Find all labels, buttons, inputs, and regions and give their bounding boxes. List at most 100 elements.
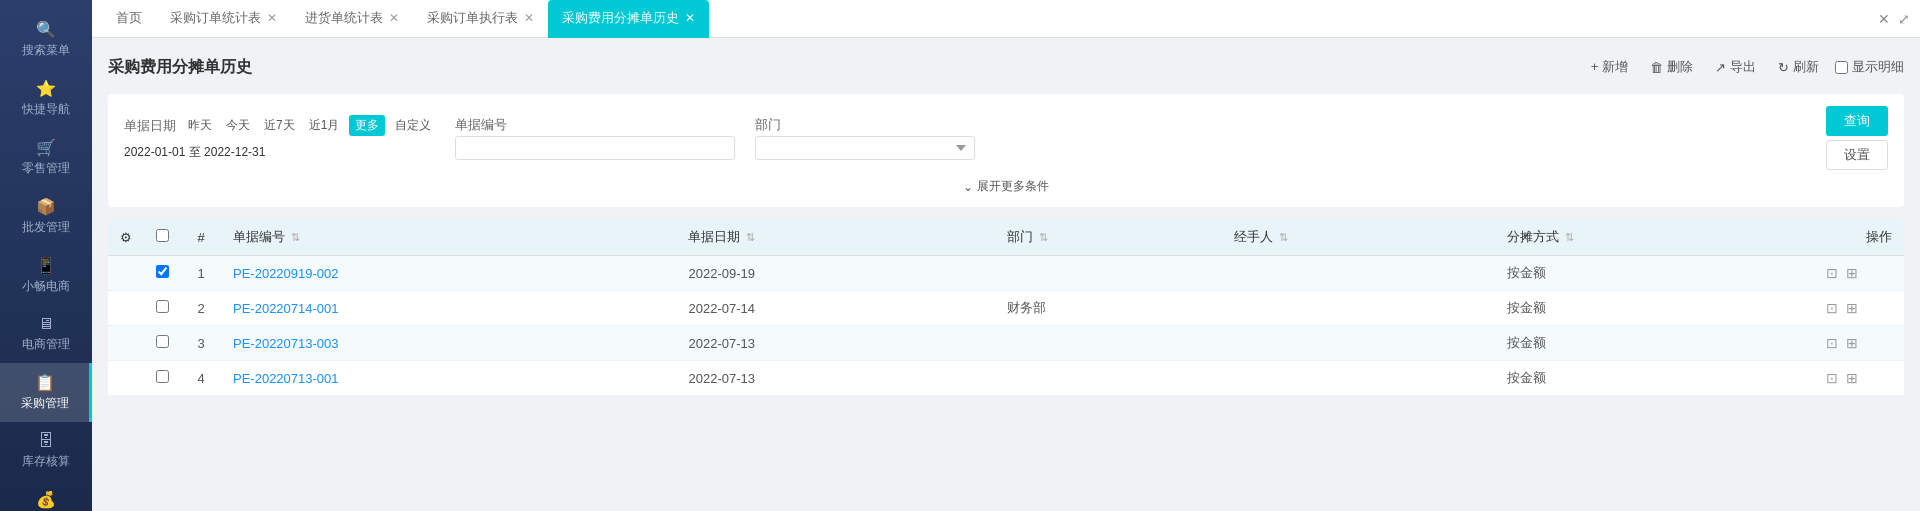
tab-purchase-summary[interactable]: 采购订单统计表✕ <box>156 0 291 38</box>
inventory-icon: 🗄 <box>38 432 54 450</box>
row-split-1: 按金额 <box>1495 291 1814 326</box>
row-edit-icon-3[interactable]: ⊞ <box>1846 370 1858 386</box>
tab-close-purchase-exec[interactable]: ✕ <box>524 11 534 25</box>
page-header: 采购费用分摊单历史 + 新增 🗑 删除 ↗ 导出 ↻ 刷新 显示明细 <box>108 54 1904 80</box>
main-area: 首页采购订单统计表✕进货单统计表✕采购订单执行表✕采购费用分摊单历史✕ ✕ ⤢ … <box>92 0 1920 511</box>
sidebar-label-search: 搜索菜单 <box>22 42 70 59</box>
col-split-method[interactable]: 分摊方式 ⇅ <box>1495 219 1814 256</box>
tab-close-purchase-cost[interactable]: ✕ <box>685 11 695 25</box>
page-content: 采购费用分摊单历史 + 新增 🗑 删除 ↗ 导出 ↻ 刷新 显示明细 <box>92 38 1920 511</box>
delete-button[interactable]: 🗑 删除 <box>1644 54 1699 80</box>
export-button[interactable]: ↗ 导出 <box>1709 54 1762 80</box>
row-dept-3 <box>995 361 1222 396</box>
row-view-icon-0[interactable]: ⊡ <box>1826 265 1838 281</box>
expand-more-button[interactable]: ⌄ 展开更多条件 <box>963 178 1049 195</box>
sidebar-item-wholesale[interactable]: 📦批发管理 <box>0 187 92 246</box>
select-all-checkbox[interactable] <box>156 229 169 242</box>
row-edit-icon-2[interactable]: ⊞ <box>1846 335 1858 351</box>
date-range: 2022-01-01 至 2022-12-31 <box>124 144 435 161</box>
row-checkbox-1[interactable] <box>156 300 169 313</box>
date-shortcuts: 昨天 今天 近7天 近1月 更多 自定义 <box>184 115 435 136</box>
row-dept-1: 财务部 <box>995 291 1222 326</box>
col-handler[interactable]: 经手人 ⇅ <box>1222 219 1495 256</box>
today-btn[interactable]: 今天 <box>222 115 254 136</box>
row-edit-icon-1[interactable]: ⊞ <box>1846 300 1858 316</box>
col-check <box>144 219 181 256</box>
row-date-0: 2022-09-19 <box>676 256 995 291</box>
docno-input[interactable] <box>455 136 735 160</box>
row-docno-link-1[interactable]: PE-20220714-001 <box>233 301 339 316</box>
sidebar-label-inventory: 库存核算 <box>22 453 70 470</box>
sidebar-item-inventory[interactable]: 🗄 库存核算 <box>0 422 92 480</box>
row-checkbox-3[interactable] <box>156 370 169 383</box>
col-dept-label: 部门 <box>1007 229 1033 244</box>
sidebar-label-purchase: 采购管理 <box>21 395 69 412</box>
sidebar: 🔍搜索菜单⭐快捷导航🛒零售管理📦批发管理📱小畅电商🖥电商管理📋采购管理 🗄 库存核算… <box>0 0 92 511</box>
dept-select[interactable]: 财务部 <box>755 136 975 160</box>
row-view-icon-1[interactable]: ⊡ <box>1826 300 1838 316</box>
yesterday-btn[interactable]: 昨天 <box>184 115 216 136</box>
sidebar-label-wholesale: 批发管理 <box>22 219 70 236</box>
row-docno-link-0[interactable]: PE-20220919-002 <box>233 266 339 281</box>
show-cols-checkbox[interactable]: 显示明细 <box>1835 58 1904 76</box>
table-header-row: ⚙ # 单据编号 ⇅ 单据日期 ⇅ <box>108 219 1904 256</box>
data-table: ⚙ # 单据编号 ⇅ 单据日期 ⇅ <box>108 219 1904 396</box>
docno-label: 单据编号 <box>455 116 735 134</box>
custom-btn[interactable]: 自定义 <box>391 115 435 136</box>
sidebar-item-ecommerce[interactable]: 🖥电商管理 <box>0 305 92 363</box>
row-dept-0 <box>995 256 1222 291</box>
sidebar-item-finance[interactable]: 💰资金管理 <box>0 480 92 511</box>
row-checkbox-0[interactable] <box>156 265 169 278</box>
last1month-btn[interactable]: 近1月 <box>305 115 344 136</box>
row-dept-2 <box>995 326 1222 361</box>
tab-close-instock-summary[interactable]: ✕ <box>389 11 399 25</box>
col-doc-no[interactable]: 单据编号 ⇅ <box>221 219 676 256</box>
last7days-btn[interactable]: 近7天 <box>260 115 299 136</box>
tab-purchase-cost[interactable]: 采购费用分摊单历史✕ <box>548 0 709 38</box>
export-icon: ↗ <box>1715 60 1726 75</box>
row-settings-0 <box>108 256 144 291</box>
row-actions-3: ⊡ ⊞ <box>1814 361 1904 396</box>
query-button[interactable]: 查询 <box>1826 106 1888 136</box>
row-settings-3 <box>108 361 144 396</box>
tab-purchase-exec[interactable]: 采购订单执行表✕ <box>413 0 548 38</box>
add-button[interactable]: + 新增 <box>1585 54 1634 80</box>
sidebar-item-mini[interactable]: 📱小畅电商 <box>0 246 92 305</box>
col-doc-date[interactable]: 单据日期 ⇅ <box>676 219 995 256</box>
col-dept[interactable]: 部门 ⇅ <box>995 219 1222 256</box>
filter-settings-button[interactable]: 设置 <box>1826 140 1888 170</box>
sidebar-item-shortcut[interactable]: ⭐快捷导航 <box>0 69 92 128</box>
row-check-0 <box>144 256 181 291</box>
col-settings[interactable]: ⚙ <box>108 219 144 256</box>
row-view-icon-2[interactable]: ⊡ <box>1826 335 1838 351</box>
row-docno-link-3[interactable]: PE-20220713-001 <box>233 371 339 386</box>
sort-handler-icon: ⇅ <box>1279 231 1288 243</box>
tab-instock-summary[interactable]: 进货单统计表✕ <box>291 0 413 38</box>
sidebar-item-search[interactable]: 🔍搜索菜单 <box>0 10 92 69</box>
tab-close-all-button[interactable]: ✕ <box>1878 11 1890 27</box>
tab-home[interactable]: 首页 <box>102 0 156 38</box>
row-checkbox-2[interactable] <box>156 335 169 348</box>
sidebar-item-retail[interactable]: 🛒零售管理 <box>0 128 92 187</box>
refresh-icon: ↻ <box>1778 60 1789 75</box>
row-view-icon-3[interactable]: ⊡ <box>1826 370 1838 386</box>
row-docno-3: PE-20220713-001 <box>221 361 676 396</box>
shortcut-icon: ⭐ <box>36 79 56 98</box>
date-label: 单据日期 <box>124 117 176 135</box>
tab-close-purchase-summary[interactable]: ✕ <box>267 11 277 25</box>
tab-label-home: 首页 <box>116 9 142 27</box>
row-docno-link-2[interactable]: PE-20220713-003 <box>233 336 339 351</box>
row-num-3: 4 <box>181 361 221 396</box>
row-split-0: 按金额 <box>1495 256 1814 291</box>
row-handler-2 <box>1222 326 1495 361</box>
tab-maximize-button[interactable]: ⤢ <box>1898 11 1910 27</box>
col-doc-no-label: 单据编号 <box>233 229 285 244</box>
row-handler-1 <box>1222 291 1495 326</box>
more-btn[interactable]: 更多 <box>349 115 385 136</box>
row-edit-icon-0[interactable]: ⊞ <box>1846 265 1858 281</box>
row-date-1: 2022-07-14 <box>676 291 995 326</box>
refresh-button[interactable]: ↻ 刷新 <box>1772 54 1825 80</box>
show-cols-input[interactable] <box>1835 61 1848 74</box>
sort-doc-date-icon: ⇅ <box>746 231 755 243</box>
sidebar-item-purchase[interactable]: 📋采购管理 <box>0 363 92 422</box>
